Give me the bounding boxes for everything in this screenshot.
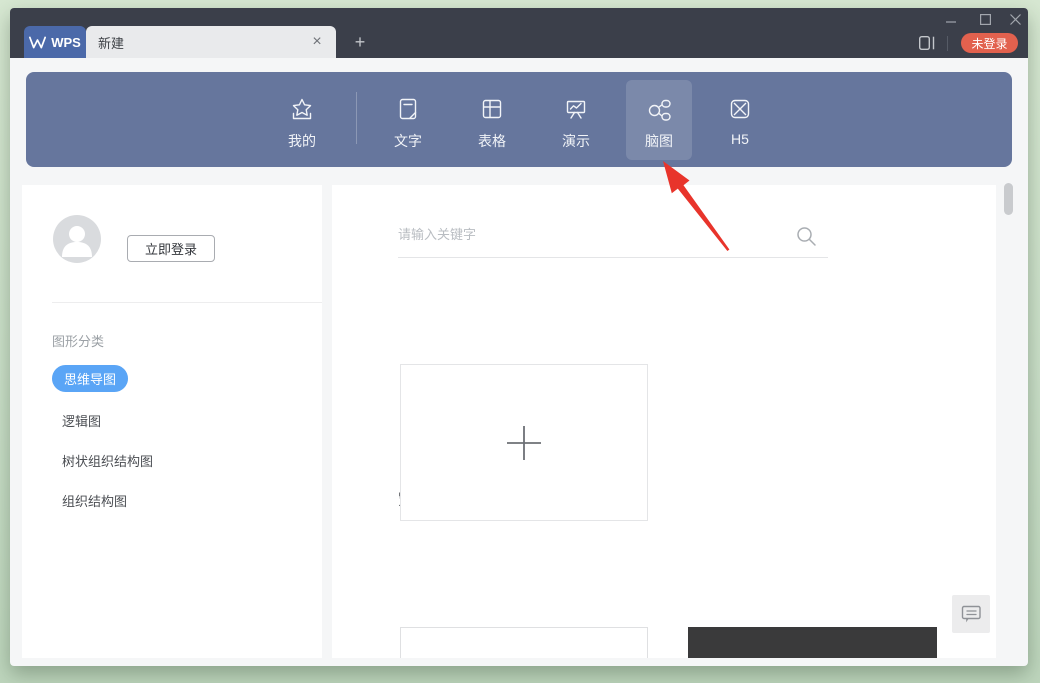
- search-button[interactable]: [795, 225, 817, 247]
- nav-item-label: 演示: [562, 131, 590, 151]
- maximize-icon: [980, 14, 991, 25]
- avatar-person-icon: [53, 215, 101, 263]
- minimize-icon: [946, 14, 957, 25]
- spreadsheet-icon: [479, 96, 505, 122]
- create-blank-mindmap-card[interactable]: [400, 364, 648, 521]
- mindmap-icon: [646, 96, 672, 122]
- sidebar-item-logic-diagram[interactable]: 逻辑图: [62, 411, 101, 430]
- avatar: [53, 215, 101, 263]
- login-now-button[interactable]: 立即登录: [127, 235, 215, 262]
- feedback-icon: [959, 602, 983, 626]
- nav-item-mindmap[interactable]: 脑图: [626, 80, 692, 160]
- close-icon: [1010, 14, 1021, 25]
- sidebar-item-tree-org-chart[interactable]: 树状组织结构图: [62, 451, 153, 470]
- nav-item-presentation[interactable]: 演示: [543, 80, 609, 160]
- login-status-badge[interactable]: 未登录: [961, 33, 1018, 53]
- search-underline: [398, 257, 828, 258]
- document-tab-title: 新建: [98, 33, 124, 52]
- sidebar-item-org-chart[interactable]: 组织结构图: [62, 491, 127, 510]
- nav-item-label: 我的: [288, 131, 316, 151]
- nav-item-label: 表格: [478, 131, 506, 151]
- new-tab-button[interactable]: +: [350, 33, 370, 53]
- document-icon: [395, 96, 421, 122]
- sidebar-divider: [52, 302, 322, 303]
- nav-item-label: 文字: [394, 131, 422, 151]
- desktop-background: WPS 新建 × + 未登录 我的: [0, 0, 1040, 683]
- wps-logo-icon: [29, 36, 46, 49]
- main-panel: 空白思维导图 思维导图: [332, 185, 996, 658]
- nav-item-label: H5: [731, 131, 749, 147]
- wps-home-tab[interactable]: WPS: [24, 26, 86, 58]
- close-button[interactable]: [1002, 10, 1028, 28]
- wps-brand-label: WPS: [51, 35, 81, 50]
- nav-item-h5[interactable]: H5: [707, 80, 773, 160]
- category-section-label: 图形分类: [52, 331, 104, 350]
- document-tab[interactable]: 新建 ×: [86, 26, 336, 58]
- feedback-button[interactable]: [952, 595, 990, 633]
- navbar-divider: [356, 92, 357, 144]
- scrollbar-thumb[interactable]: [1004, 183, 1013, 215]
- nav-item-label: 脑图: [645, 131, 673, 151]
- template-card-dark[interactable]: [688, 627, 937, 658]
- nav-item-writer[interactable]: 文字: [375, 80, 441, 160]
- maximize-button[interactable]: [972, 10, 998, 28]
- nav-item-spreadsheet[interactable]: 表格: [459, 80, 525, 160]
- tab-close-icon[interactable]: ×: [308, 33, 326, 51]
- search-icon: [795, 225, 817, 247]
- window-switch-icon: [918, 34, 937, 52]
- window-switch-button[interactable]: [918, 34, 937, 52]
- minimize-button[interactable]: [938, 10, 964, 28]
- star-tray-icon: [289, 96, 315, 122]
- sidebar-item-mindmap[interactable]: 思维导图: [52, 365, 128, 392]
- template-card-light[interactable]: [400, 627, 648, 658]
- nav-item-my[interactable]: 我的: [269, 80, 335, 160]
- plus-icon: [506, 425, 542, 461]
- titlebar-divider: [947, 36, 948, 51]
- search-input[interactable]: [398, 221, 828, 247]
- h5-icon: [727, 96, 753, 122]
- presentation-icon: [563, 96, 589, 122]
